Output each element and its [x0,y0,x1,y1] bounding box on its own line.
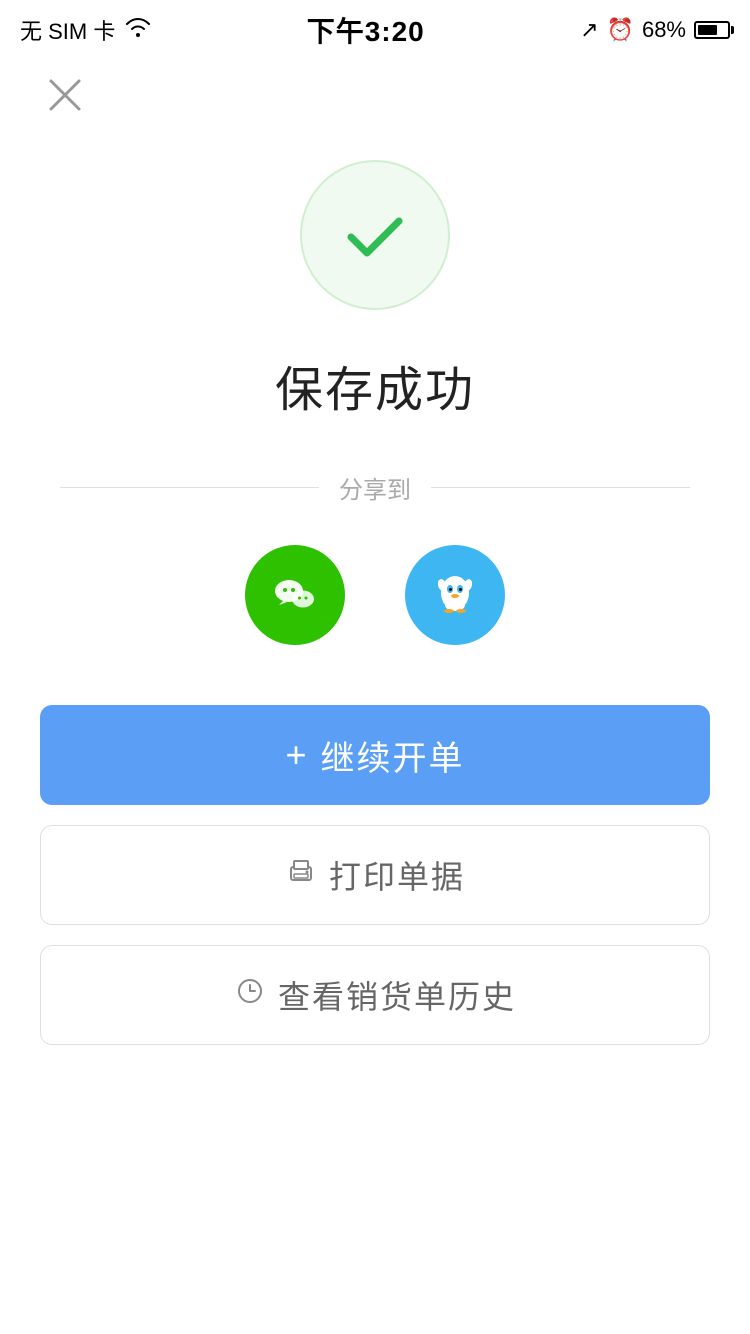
history-label: 查看销货单历史 [278,972,516,1018]
status-left: 无 SIM 卡 [20,14,151,46]
print-label: 打印单据 [329,852,465,898]
history-button[interactable]: 查看销货单历史 [40,945,710,1045]
status-time: 下午3:20 [307,10,425,50]
battery-fill [698,25,717,35]
wechat-share-button[interactable] [245,545,345,645]
action-buttons: + 继续开单 打印单据 查看销货单历史 [0,705,750,1045]
success-title: 保存成功 [275,350,475,420]
qq-share-button[interactable] [405,545,505,645]
wechat-icon [265,565,325,625]
continue-label: 继续开单 [321,731,465,780]
history-icon [234,975,266,1015]
share-label: 分享到 [319,470,431,505]
main-content: 保存成功 分享到 [0,60,750,1045]
print-icon [285,855,317,895]
location-icon: ↗ [580,17,598,43]
print-button[interactable]: 打印单据 [40,825,710,925]
no-sim-text: 无 SIM 卡 [20,14,115,46]
qq-icon [425,565,485,625]
status-bar: 无 SIM 卡 下午3:20 ↗ ⏰ 68% [0,0,750,60]
alarm-icon: ⏰ [607,17,634,43]
status-right: ↗ ⏰ 68% [580,17,730,43]
battery-text: 68% [642,17,686,43]
continue-button[interactable]: + 继续开单 [40,705,710,805]
divider-line-right [431,487,690,488]
success-icon-circle [300,160,450,310]
checkmark-icon [335,195,415,275]
divider-line-left [60,487,319,488]
share-divider: 分享到 [0,470,750,505]
battery-bar [694,21,730,39]
plus-icon: + [285,734,308,776]
wifi-icon [125,17,151,43]
close-button[interactable] [40,70,90,120]
share-icons-row [245,545,505,645]
